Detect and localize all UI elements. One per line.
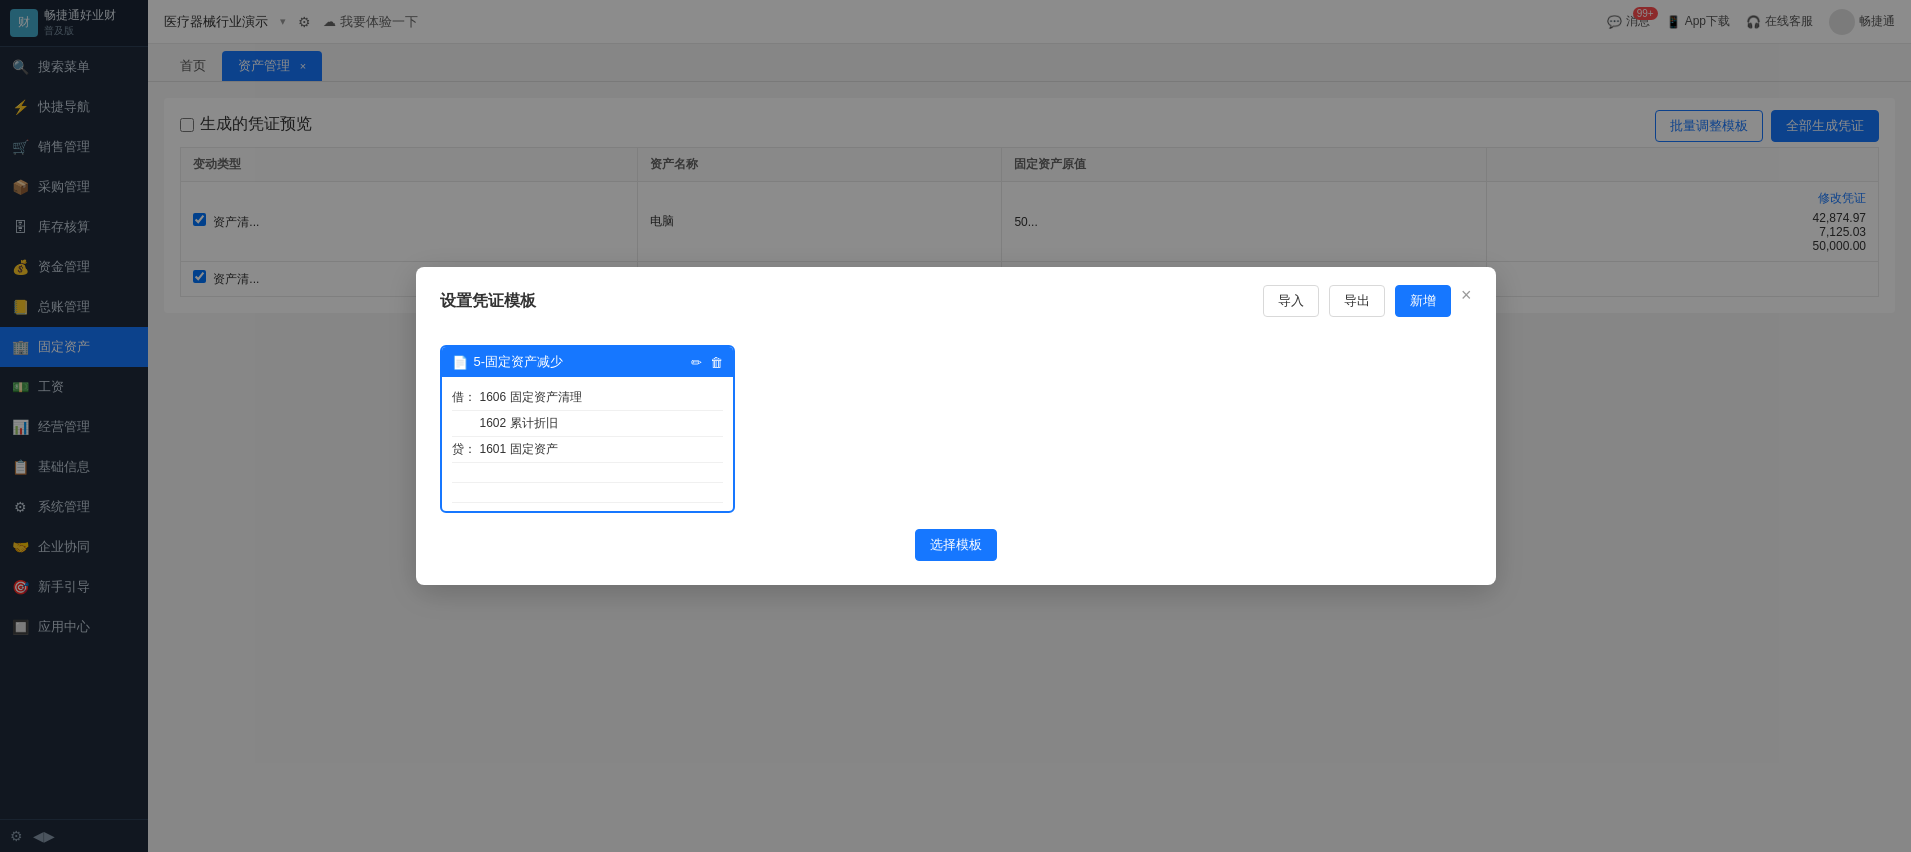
import-button[interactable]: 导入 — [1263, 285, 1319, 317]
dialog-overlay: 设置凭证模板 导入 导出 新增 × 📄 5-固定资产减少 ✏ 🗑 — [0, 0, 1911, 852]
template-entry-2: 1602 累计折旧 — [452, 411, 723, 437]
template-card-body: 借： 1606 固定资产清理 1602 累计折旧 贷： 1601 固定资产 — [442, 377, 733, 511]
template-actions: ✏ 🗑 — [691, 355, 723, 370]
select-template-button[interactable]: 选择模板 — [915, 529, 997, 561]
entry-account-3: 1601 固定资产 — [480, 441, 558, 458]
template-card-doc-icon: 📄 — [452, 355, 468, 370]
template-entry-5 — [452, 483, 723, 503]
template-entry-1: 借： 1606 固定资产清理 — [452, 385, 723, 411]
template-card-header: 📄 5-固定资产减少 ✏ 🗑 — [442, 347, 733, 377]
entry-type-3: 贷： — [452, 441, 476, 458]
template-card: 📄 5-固定资产减少 ✏ 🗑 借： 1606 固定资产清理 — [440, 345, 735, 513]
delete-template-icon[interactable]: 🗑 — [710, 355, 723, 370]
dialog-header: 设置凭证模板 导入 导出 新增 × — [416, 267, 1496, 329]
dialog-toolbar: 导入 导出 新增 × — [1263, 285, 1472, 317]
entry-type-1: 借： — [452, 389, 476, 406]
close-icon[interactable]: × — [1461, 285, 1472, 317]
dialog-title: 设置凭证模板 — [440, 291, 536, 312]
template-entry-4 — [452, 463, 723, 483]
template-name: 5-固定资产减少 — [474, 353, 564, 371]
new-template-button[interactable]: 新增 — [1395, 285, 1451, 317]
select-template-wrapper: 选择模板 — [440, 529, 1472, 561]
entry-account-1: 1606 固定资产清理 — [480, 389, 582, 406]
template-entry-3: 贷： 1601 固定资产 — [452, 437, 723, 463]
entry-account-2: 1602 累计折旧 — [480, 415, 558, 432]
dialog: 设置凭证模板 导入 导出 新增 × 📄 5-固定资产减少 ✏ 🗑 — [416, 267, 1496, 585]
dialog-body: 📄 5-固定资产减少 ✏ 🗑 借： 1606 固定资产清理 — [416, 329, 1496, 585]
export-button[interactable]: 导出 — [1329, 285, 1385, 317]
edit-template-icon[interactable]: ✏ — [691, 355, 702, 370]
